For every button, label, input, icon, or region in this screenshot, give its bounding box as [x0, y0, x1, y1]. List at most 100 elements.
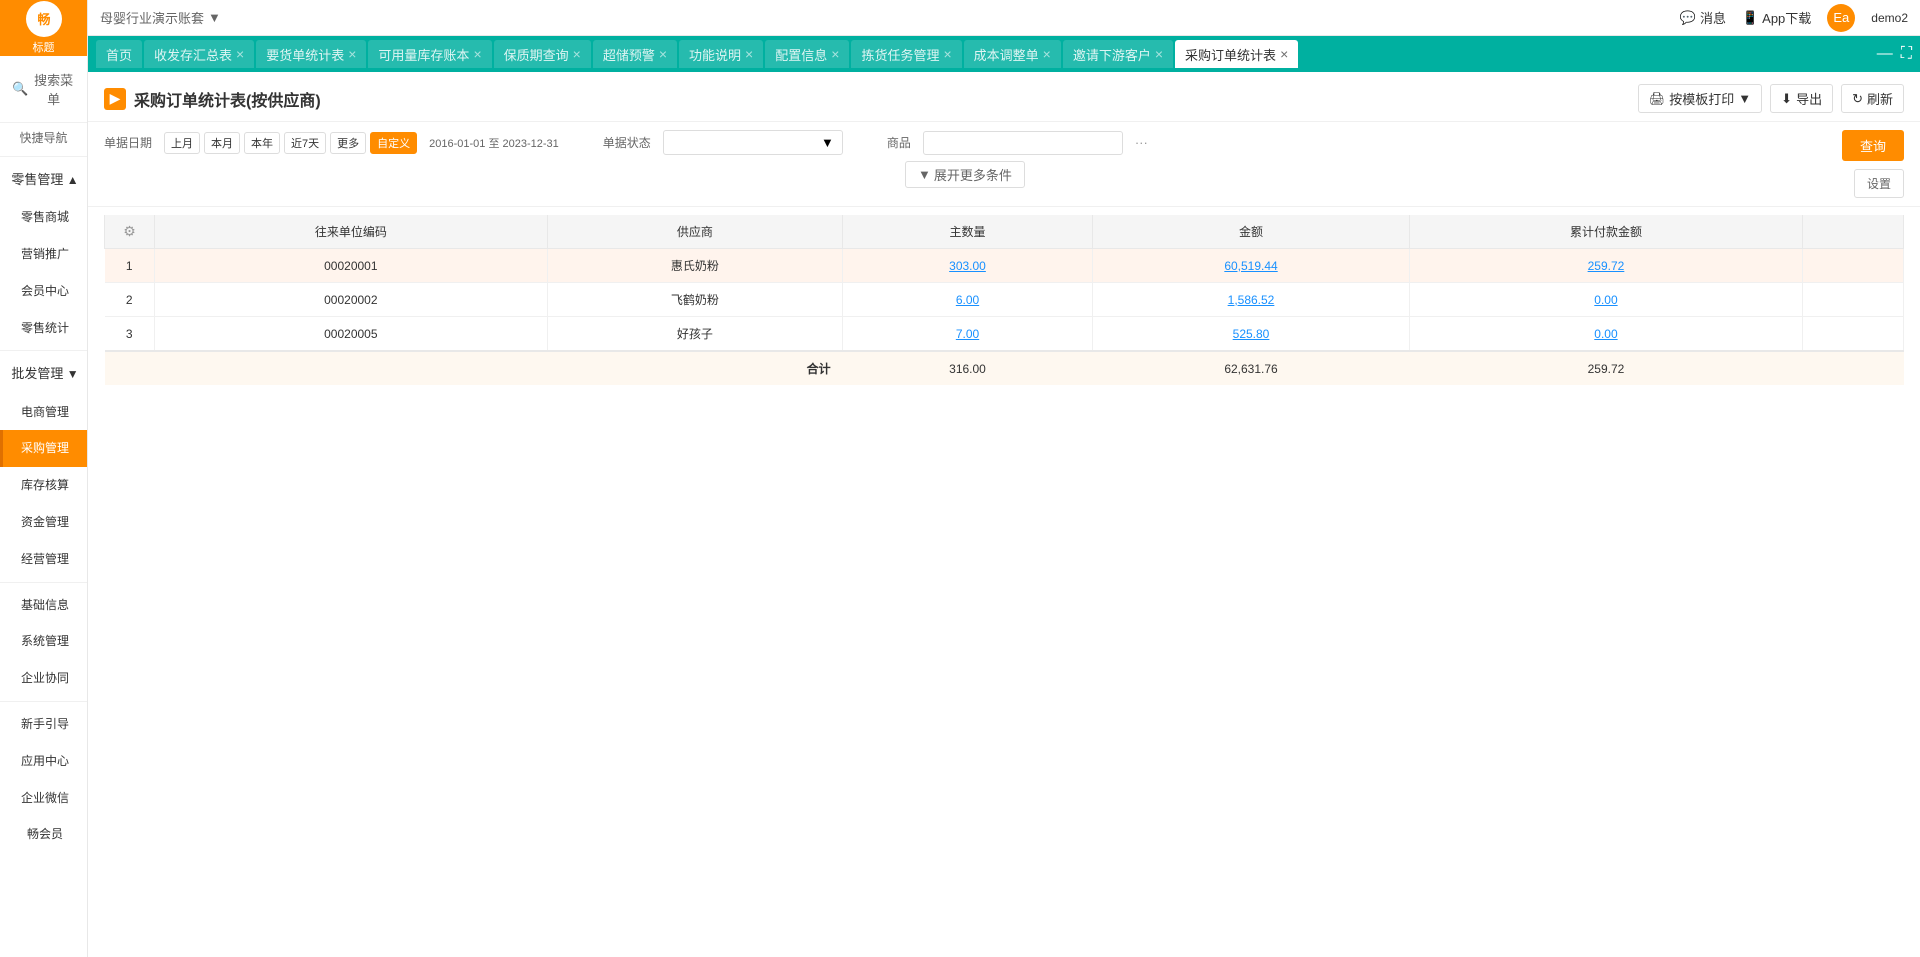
row1-code: 00020001 [155, 249, 548, 283]
footer-empty1 [105, 351, 155, 385]
row2-index: 2 [105, 283, 155, 317]
sidebar-item-marketing[interactable]: 营销推广 [0, 236, 87, 273]
row2-paid[interactable]: 0.00 [1410, 283, 1803, 317]
tab-cost-adjust[interactable]: 成本调整单 × [964, 40, 1061, 68]
sidebar-search[interactable]: 🔍 搜索菜单 [0, 56, 87, 123]
col-extra [1802, 215, 1903, 249]
row3-amount[interactable]: 525.80 [1092, 317, 1409, 352]
goods-input[interactable] [923, 131, 1123, 155]
logo-area: 畅 标题 [0, 0, 87, 56]
sidebar-item-wholesale[interactable]: 批发管理 ▼ [0, 355, 87, 393]
footer-paid: 259.72 [1410, 351, 1803, 385]
filter-section: 单据日期 上月 本月 本年 近7天 更多 自定义 2016-01-01 至 20… [88, 122, 1920, 207]
sidebar-item-retail[interactable]: 零售管理 ▲ [0, 161, 87, 199]
tab-collect[interactable]: 收发存汇总表 × [144, 40, 254, 68]
table-settings-icon[interactable]: ⚙ [123, 223, 136, 239]
tab-close-config[interactable]: × [831, 47, 839, 61]
tab-overstock[interactable]: 超储预警 × [593, 40, 677, 68]
tab-order-stats[interactable]: 要货单统计表 × [256, 40, 366, 68]
app-download-btn[interactable]: 📱 App下载 [1742, 8, 1811, 27]
sidebar-item-wechat[interactable]: 企业微信 [0, 780, 87, 817]
topbar: 母婴行业演示账套 ▼ 💬 消息 📱 App下载 Ea demo2 [88, 0, 1920, 36]
col-settings[interactable]: ⚙ [105, 215, 155, 249]
data-table: ⚙ 往来单位编码 供应商 主数量 金额 累计付款金额 1 00020001 惠氏… [104, 215, 1904, 385]
expand-conditions-button[interactable]: ▼ 展开更多条件 [905, 161, 1025, 188]
row2-qty[interactable]: 6.00 [843, 283, 1093, 317]
tab-close-cost-adjust[interactable]: × [1043, 47, 1051, 61]
sidebar-item-purchase[interactable]: 采购管理 [0, 430, 87, 467]
date-btn-this-month[interactable]: 本月 [204, 132, 240, 154]
tab-close-invite-customer[interactable]: × [1155, 47, 1163, 61]
tab-stock-account[interactable]: 可用量库存账本 × [368, 40, 491, 68]
date-btn-custom[interactable]: 自定义 [370, 132, 417, 154]
sidebar-item-ecommerce[interactable]: 电商管理 [0, 394, 87, 431]
tab-pick-task[interactable]: 拣货任务管理 × [851, 40, 961, 68]
tab-close-pick-task[interactable]: × [943, 47, 951, 61]
sidebar-item-retail-stats[interactable]: 零售统计 [0, 310, 87, 347]
row2-amount[interactable]: 1,586.52 [1092, 283, 1409, 317]
goods-more-icon[interactable]: ··· [1135, 135, 1148, 150]
row2-extra [1802, 283, 1903, 317]
tab-minimize-icon[interactable]: — [1877, 45, 1893, 63]
status-select[interactable]: ▼ [663, 130, 843, 155]
search-menu-button[interactable]: 🔍 搜索菜单 [8, 66, 79, 112]
row1-paid[interactable]: 259.72 [1410, 249, 1803, 283]
message-btn[interactable]: 💬 消息 [1680, 8, 1726, 27]
breadcrumb-dropdown-icon[interactable]: ▼ [208, 10, 221, 25]
filter-main: 单据日期 上月 本月 本年 近7天 更多 自定义 2016-01-01 至 20… [104, 130, 1826, 194]
tab-invite-customer[interactable]: 邀请下游客户 × [1063, 40, 1173, 68]
row3-extra [1802, 317, 1903, 352]
divider3 [0, 582, 87, 583]
row1-extra [1802, 249, 1903, 283]
tab-purchase-stats[interactable]: 采购订单统计表 × [1175, 40, 1298, 68]
date-btn-this-year[interactable]: 本年 [244, 132, 280, 154]
settings-button[interactable]: 设置 [1854, 169, 1904, 198]
sidebar-item-enterprise[interactable]: 企业协同 [0, 660, 87, 697]
row3-qty[interactable]: 7.00 [843, 317, 1093, 352]
message-icon: 💬 [1680, 10, 1696, 26]
quick-nav-label[interactable]: 快捷导航 [0, 123, 87, 152]
sidebar-item-finance[interactable]: 资金管理 [0, 504, 87, 541]
sidebar-item-app-center[interactable]: 应用中心 [0, 743, 87, 780]
row1-amount[interactable]: 60,519.44 [1092, 249, 1409, 283]
print-button[interactable]: 🖨 按模板打印 ▼ [1638, 84, 1762, 113]
sidebar-item-operations[interactable]: 经营管理 [0, 541, 87, 578]
export-button[interactable]: ⬇ 导出 [1770, 84, 1833, 113]
date-btn-7days[interactable]: 近7天 [284, 132, 326, 154]
sidebar-item-member-vip[interactable]: 畅会员 [0, 816, 87, 853]
tab-close-func-desc[interactable]: × [745, 47, 753, 61]
username[interactable]: demo2 [1871, 11, 1908, 25]
date-btn-last-month[interactable]: 上月 [164, 132, 200, 154]
tab-close-purchase-stats[interactable]: × [1280, 47, 1288, 61]
tab-func-desc[interactable]: 功能说明 × [679, 40, 763, 68]
tab-close-order-stats[interactable]: × [348, 47, 356, 61]
tab-expiry-query[interactable]: 保质期查询 × [494, 40, 591, 68]
sidebar-item-newbie[interactable]: 新手引导 [0, 706, 87, 743]
row3-paid[interactable]: 0.00 [1410, 317, 1803, 352]
tab-close-expiry-query[interactable]: × [573, 47, 581, 61]
sidebar-item-system[interactable]: 系统管理 [0, 623, 87, 660]
avatar[interactable]: Ea [1827, 4, 1855, 32]
tab-maximize-icon[interactable]: ⛶ [1901, 45, 1912, 63]
date-btn-more[interactable]: 更多 [330, 132, 366, 154]
toggle-filter-button[interactable]: ▶ [104, 88, 126, 110]
table-area: ⚙ 往来单位编码 供应商 主数量 金额 累计付款金额 1 00020001 惠氏… [88, 207, 1920, 957]
col-qty: 主数量 [843, 215, 1093, 249]
sidebar-item-basic-info[interactable]: 基础信息 [0, 587, 87, 624]
goods-filter-label: 商品 [887, 134, 911, 151]
sidebar-item-inventory[interactable]: 库存核算 [0, 467, 87, 504]
refresh-button[interactable]: ↻ 刷新 [1841, 84, 1904, 113]
sidebar-item-retail-shop[interactable]: 零售商城 [0, 199, 87, 236]
table-row: 2 00020002 飞鹤奶粉 6.00 1,586.52 0.00 [105, 283, 1904, 317]
tab-close-stock-account[interactable]: × [473, 47, 481, 61]
tab-config[interactable]: 配置信息 × [765, 40, 849, 68]
tab-close-collect[interactable]: × [236, 47, 244, 61]
expand-row: ▼ 展开更多条件 [104, 155, 1826, 194]
sidebar-item-members[interactable]: 会员中心 [0, 273, 87, 310]
tab-close-overstock[interactable]: × [659, 47, 667, 61]
date-quick-btns: 上月 本月 本年 近7天 更多 自定义 [164, 132, 417, 154]
query-button[interactable]: 查询 [1842, 130, 1904, 161]
tab-home[interactable]: 首页 [96, 40, 142, 68]
status-filter-label: 单据状态 [603, 134, 651, 151]
row1-qty[interactable]: 303.00 [843, 249, 1093, 283]
